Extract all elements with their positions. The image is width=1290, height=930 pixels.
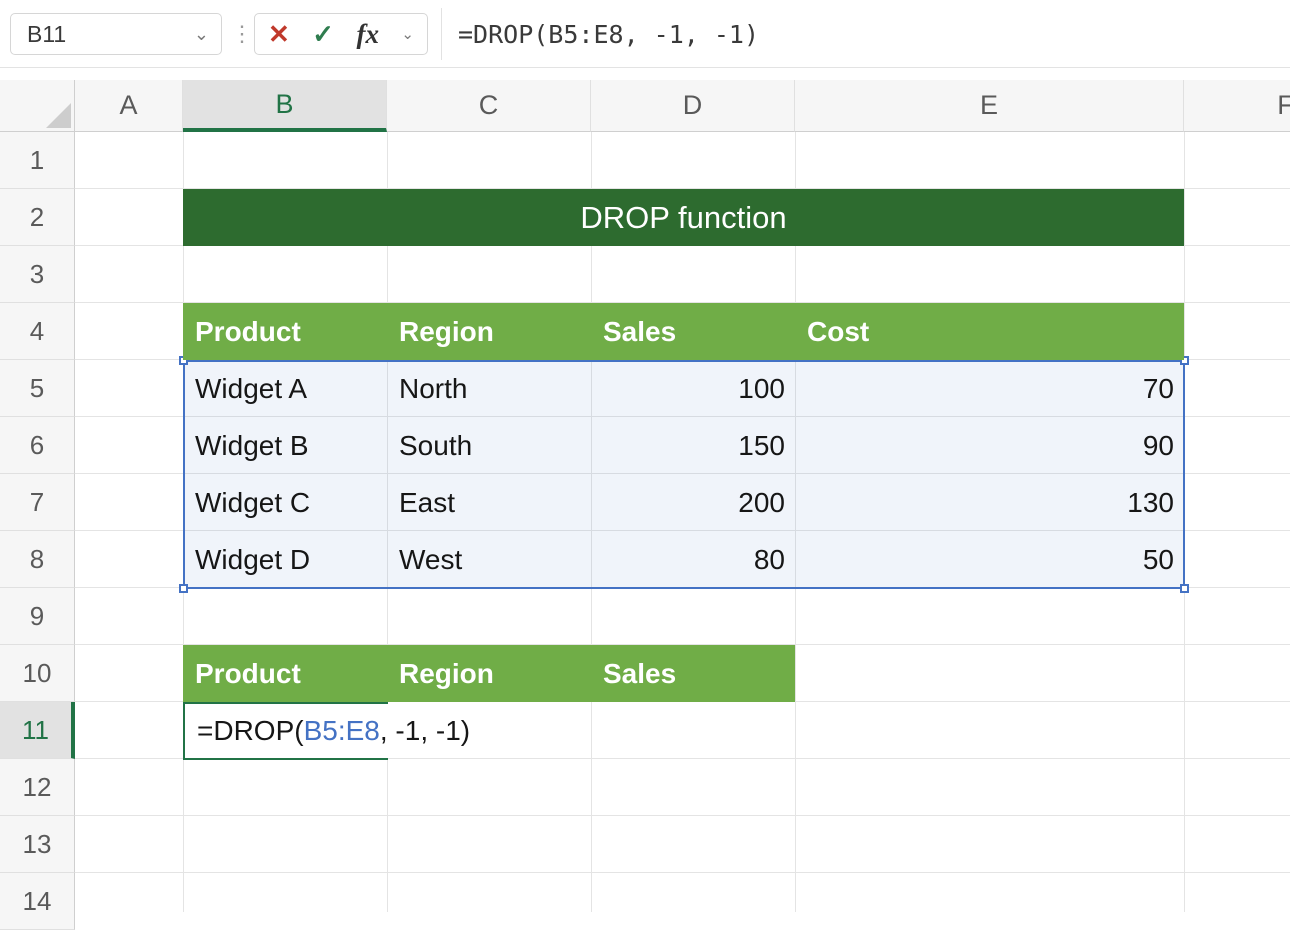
column-header-E[interactable]: E (795, 80, 1184, 132)
row-header-11[interactable]: 11 (0, 702, 75, 759)
source-header-region[interactable]: Region (387, 303, 591, 360)
column-header-C[interactable]: C (387, 80, 591, 132)
formula-toolbar: B11 ⌄ ⋮ ✕ ✓ fx ⌄ =DROP(B5:E8, -1, -1) (0, 0, 1290, 68)
active-cell-editor[interactable]: =DROP(B5:E8, -1, -1) (185, 704, 559, 758)
cell-E7[interactable]: 130 (795, 474, 1184, 531)
formula-range-reference: B5:E8 (304, 715, 380, 747)
result-header-sales[interactable]: Sales (591, 645, 795, 702)
chevron-down-icon[interactable]: ⌄ (194, 25, 209, 43)
row-header-2[interactable]: 2 (0, 189, 75, 246)
cell-E6[interactable]: 90 (795, 417, 1184, 474)
row-header-3[interactable]: 3 (0, 246, 75, 303)
row-header-1[interactable]: 1 (0, 132, 75, 189)
source-header-sales[interactable]: Sales (591, 303, 795, 360)
cell-B7[interactable]: Widget C (183, 474, 387, 531)
enter-icon[interactable]: ✓ (312, 19, 334, 50)
gridline (1184, 132, 1185, 912)
row-header-10[interactable]: 10 (0, 645, 75, 702)
column-header-A[interactable]: A (75, 80, 183, 132)
chevron-down-icon[interactable]: ⌄ (401, 27, 414, 42)
select-all-corner[interactable] (0, 80, 75, 132)
cancel-icon[interactable]: ✕ (268, 19, 290, 50)
source-header-cost[interactable]: Cost (795, 303, 1184, 360)
more-options-icon[interactable]: ⋮ (231, 0, 253, 68)
row-header-13[interactable]: 13 (0, 816, 75, 873)
cell-C7[interactable]: East (387, 474, 591, 531)
cell-D6[interactable]: 150 (591, 417, 795, 474)
row-header-7[interactable]: 7 (0, 474, 75, 531)
name-box-value: B11 (27, 21, 194, 48)
formula-buttons-group: ✕ ✓ fx ⌄ (254, 13, 428, 55)
column-header-F[interactable]: F (1184, 80, 1290, 132)
cell-D5[interactable]: 100 (591, 360, 795, 417)
formula-bar-input[interactable]: =DROP(B5:E8, -1, -1) (458, 0, 1290, 68)
cell-C8[interactable]: West (387, 531, 591, 588)
formula-bar-text: =DROP(B5:E8, -1, -1) (458, 20, 759, 49)
insert-function-icon[interactable]: fx (356, 19, 379, 50)
row-header-12[interactable]: 12 (0, 759, 75, 816)
cell-B6[interactable]: Widget B (183, 417, 387, 474)
title-banner-cell[interactable]: DROP function (183, 189, 1184, 246)
cell-E5[interactable]: 70 (795, 360, 1184, 417)
cell-B8[interactable]: Widget D (183, 531, 387, 588)
row-header-6[interactable]: 6 (0, 417, 75, 474)
result-header-product[interactable]: Product (183, 645, 387, 702)
row-header-4[interactable]: 4 (0, 303, 75, 360)
cell-E8[interactable]: 50 (795, 531, 1184, 588)
row-header-14[interactable]: 14 (0, 873, 75, 930)
row-header-9[interactable]: 9 (0, 588, 75, 645)
source-header-product[interactable]: Product (183, 303, 387, 360)
cell-D8[interactable]: 80 (591, 531, 795, 588)
cell-C6[interactable]: South (387, 417, 591, 474)
formula-suffix: , -1, -1) (380, 715, 470, 747)
result-header-region[interactable]: Region (387, 645, 591, 702)
cell-C5[interactable]: North (387, 360, 591, 417)
row-header-5[interactable]: 5 (0, 360, 75, 417)
name-box[interactable]: B11 ⌄ (10, 13, 222, 55)
select-all-triangle-icon (46, 103, 71, 128)
toolbar-divider (441, 8, 442, 60)
column-header-B[interactable]: B (183, 80, 387, 132)
cell-B5[interactable]: Widget A (183, 360, 387, 417)
column-header-D[interactable]: D (591, 80, 795, 132)
cell-D7[interactable]: 200 (591, 474, 795, 531)
row-header-8[interactable]: 8 (0, 531, 75, 588)
formula-prefix: =DROP( (197, 715, 304, 747)
